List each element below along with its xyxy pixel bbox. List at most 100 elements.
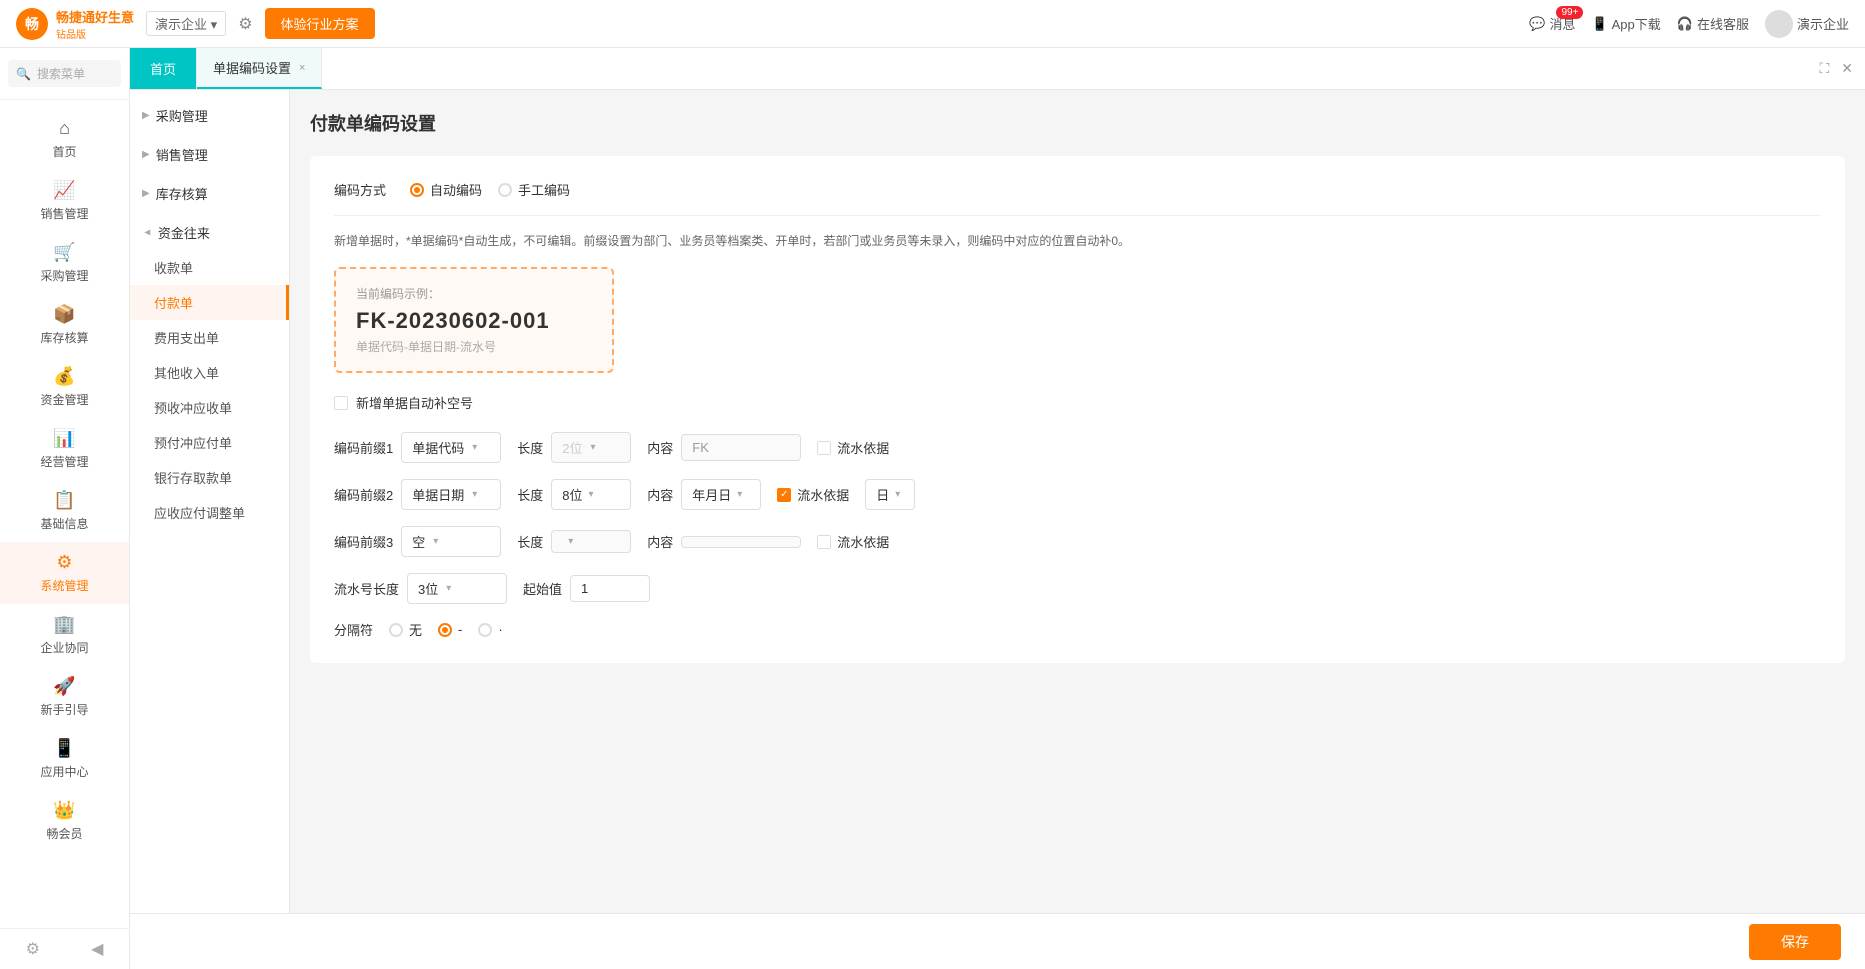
- start-value-input[interactable]: [570, 575, 650, 602]
- finance-icon: 💰: [53, 366, 75, 387]
- avatar: [1765, 10, 1793, 38]
- prefix1-serial-check[interactable]: 流水依据: [817, 438, 889, 457]
- message-item[interactable]: 💬 消息 99+: [1529, 14, 1575, 33]
- sep-dot-radio[interactable]: ·: [478, 622, 502, 637]
- sub-item-prepay-pay[interactable]: 预付冲应付单: [130, 425, 289, 460]
- sep-dash-radio[interactable]: -: [438, 622, 462, 637]
- collapse-icon[interactable]: ◀: [91, 939, 103, 959]
- tab-close-icon[interactable]: ×: [299, 62, 305, 74]
- sub-item-ar-ap-adjust[interactable]: 应收应付调整单: [130, 495, 289, 530]
- prefix2-unit-arrow-icon: ▾: [895, 489, 900, 500]
- sidebar-item-member-label: 畅会员: [46, 825, 82, 842]
- prefix1-field-group: 编码前缀1 单据代码 ▾: [334, 432, 501, 463]
- sub-group-capital-header[interactable]: ▼ 资金往来: [130, 215, 289, 250]
- sidebar-item-operation[interactable]: 📊 经营管理: [0, 418, 129, 480]
- maximize-icon[interactable]: ⛶: [1819, 60, 1829, 77]
- sidebar-item-sales[interactable]: 📈 销售管理: [0, 170, 129, 232]
- sidebar-item-basic[interactable]: 📋 基础信息: [0, 480, 129, 542]
- sep-none-radio[interactable]: 无: [389, 620, 422, 639]
- sidebar-item-system[interactable]: ⚙ 系统管理: [0, 542, 129, 604]
- header-left: 畅 畅捷通好生意 钻品版 演示企业 ▾ ⚙ 体验行业方案: [16, 7, 375, 41]
- sidebar-item-member[interactable]: 👑 畅会员: [0, 790, 129, 852]
- sub-item-bank-deposit[interactable]: 银行存取款单: [130, 460, 289, 495]
- sub-group-inventory: ▶ 库存核算: [130, 176, 289, 211]
- prefix2-content-select[interactable]: 年月日 ▾: [681, 479, 761, 510]
- tab-bar-actions: ⛶ ✕: [1807, 48, 1865, 89]
- main-content: 付款单编码设置 编码方式 自动编码 手工编码: [290, 90, 1865, 913]
- separator-row: 分隔符 无 - ·: [334, 620, 1821, 639]
- prefix3-length-group: 长度 ▾: [517, 530, 631, 553]
- prefix2-serial-check[interactable]: ✓ 流水依据: [777, 485, 849, 504]
- prefix2-length-select[interactable]: 8位 ▾: [551, 479, 631, 510]
- sub-sidebar: ▶ 采购管理 ▶ 销售管理 ▶ 库存核算: [130, 90, 290, 913]
- preview-code: FK-20230602-001: [356, 308, 592, 334]
- sub-layout: ▶ 采购管理 ▶ 销售管理 ▶ 库存核算: [130, 90, 1865, 913]
- prefix2-content-group: 内容 年月日 ▾: [647, 479, 761, 510]
- sidebar-item-app[interactable]: 📱 应用中心: [0, 728, 129, 790]
- sidebar-item-finance[interactable]: 💰 资金管理: [0, 356, 129, 418]
- tab-encode-settings[interactable]: 单据编码设置 ×: [197, 48, 322, 89]
- prefix1-length-label: 长度: [517, 438, 543, 457]
- sidebar-item-guide[interactable]: 🚀 新手引导: [0, 666, 129, 728]
- window-close-icon[interactable]: ✕: [1841, 60, 1853, 77]
- enterprise-icon: 🏢: [53, 614, 75, 635]
- settings-bottom-icon[interactable]: ⚙: [26, 939, 40, 959]
- serial-length-select[interactable]: 3位 ▾: [407, 573, 507, 604]
- sub-group-sales-header[interactable]: ▶ 销售管理: [130, 137, 289, 172]
- sub-item-prepay-receive[interactable]: 预收冲应收单: [130, 390, 289, 425]
- prefix3-row: 编码前缀3 空 ▾ 长度 ▾: [334, 526, 1821, 557]
- sub-group-inventory-header[interactable]: ▶ 库存核算: [130, 176, 289, 211]
- search-input-trigger[interactable]: 🔍 搜索菜单: [8, 60, 121, 87]
- sub-item-payment[interactable]: 付款单: [130, 285, 289, 320]
- prefix1-length-field: 2位 ▾: [551, 432, 631, 463]
- prefix3-serial-checkbox: [817, 535, 831, 549]
- prefix3-length-select[interactable]: ▾: [551, 530, 631, 553]
- serial-length-group: 流水号长度 3位 ▾: [334, 573, 507, 604]
- online-service-label: 在线客服: [1697, 14, 1749, 33]
- online-service-item[interactable]: 🎧 在线客服: [1677, 14, 1749, 33]
- logo-title: 畅捷通好生意: [56, 7, 134, 26]
- prefix2-select[interactable]: 单据日期 ▾: [401, 479, 501, 510]
- company-selector[interactable]: 演示企业 ▾: [146, 11, 226, 36]
- sub-item-receipt[interactable]: 收款单: [130, 250, 289, 285]
- save-button[interactable]: 保存: [1749, 924, 1841, 960]
- logo-area: 畅 畅捷通好生意 钻品版: [16, 7, 134, 41]
- sidebar-item-home[interactable]: ⌂ 首页: [0, 108, 129, 170]
- prefix1-length-arrow-icon: ▾: [590, 442, 595, 453]
- prefix2-serial-label: 流水依据: [797, 485, 849, 504]
- top-header: 畅 畅捷通好生意 钻品版 演示企业 ▾ ⚙ 体验行业方案 💬 消息 99+ 📱 …: [0, 0, 1865, 48]
- auto-fill-row: 新增单据自动补空号: [334, 393, 1821, 412]
- prefix3-serial-check[interactable]: 流水依据: [817, 532, 889, 551]
- sidebar-search-area[interactable]: 🔍 搜索菜单: [0, 48, 129, 100]
- trial-button[interactable]: 体验行业方案: [265, 8, 375, 39]
- sidebar-item-finance-label: 资金管理: [40, 391, 88, 408]
- encode-radio-group: 自动编码 手工编码: [410, 180, 570, 199]
- user-area[interactable]: 演示企业: [1765, 10, 1849, 38]
- arrow-sales-icon: ▶: [142, 149, 150, 160]
- settings-icon[interactable]: ⚙: [238, 14, 252, 34]
- sidebar-item-enterprise[interactable]: 🏢 企业协同: [0, 604, 129, 666]
- app-download-item[interactable]: 📱 App下载: [1591, 14, 1660, 33]
- sidebar-item-purchase-label: 采购管理: [40, 267, 88, 284]
- prefix2-serial-unit-select[interactable]: 日 ▾: [865, 479, 915, 510]
- preview-sub: 单据代码-单据日期-流水号: [356, 338, 592, 355]
- prefix1-select[interactable]: 单据代码 ▾: [401, 432, 501, 463]
- auto-fill-checkbox[interactable]: [334, 396, 348, 410]
- prefix1-label: 编码前缀1: [334, 438, 393, 457]
- manual-encode-radio[interactable]: 手工编码: [498, 180, 570, 199]
- sidebar-item-app-label: 应用中心: [40, 763, 88, 780]
- encode-method-row: 编码方式 自动编码 手工编码: [334, 180, 1821, 216]
- sub-group-purchase-header[interactable]: ▶ 采购管理: [130, 98, 289, 133]
- arrow-purchase-icon: ▶: [142, 110, 150, 121]
- auto-encode-radio[interactable]: 自动编码: [410, 180, 482, 199]
- sub-item-other-income[interactable]: 其他收入单: [130, 355, 289, 390]
- arrow-inventory-icon: ▶: [142, 188, 150, 199]
- service-icon: 🎧: [1677, 16, 1693, 32]
- sub-item-expense[interactable]: 费用支出单: [130, 320, 289, 355]
- tab-home[interactable]: 首页: [130, 48, 197, 89]
- sep-none-label: 无: [409, 620, 422, 639]
- sidebar-item-purchase[interactable]: 🛒 采购管理: [0, 232, 129, 294]
- prefix3-select[interactable]: 空 ▾: [401, 526, 501, 557]
- sidebar-item-inventory[interactable]: 📦 库存核算: [0, 294, 129, 356]
- sep-dot-circle: [478, 623, 492, 637]
